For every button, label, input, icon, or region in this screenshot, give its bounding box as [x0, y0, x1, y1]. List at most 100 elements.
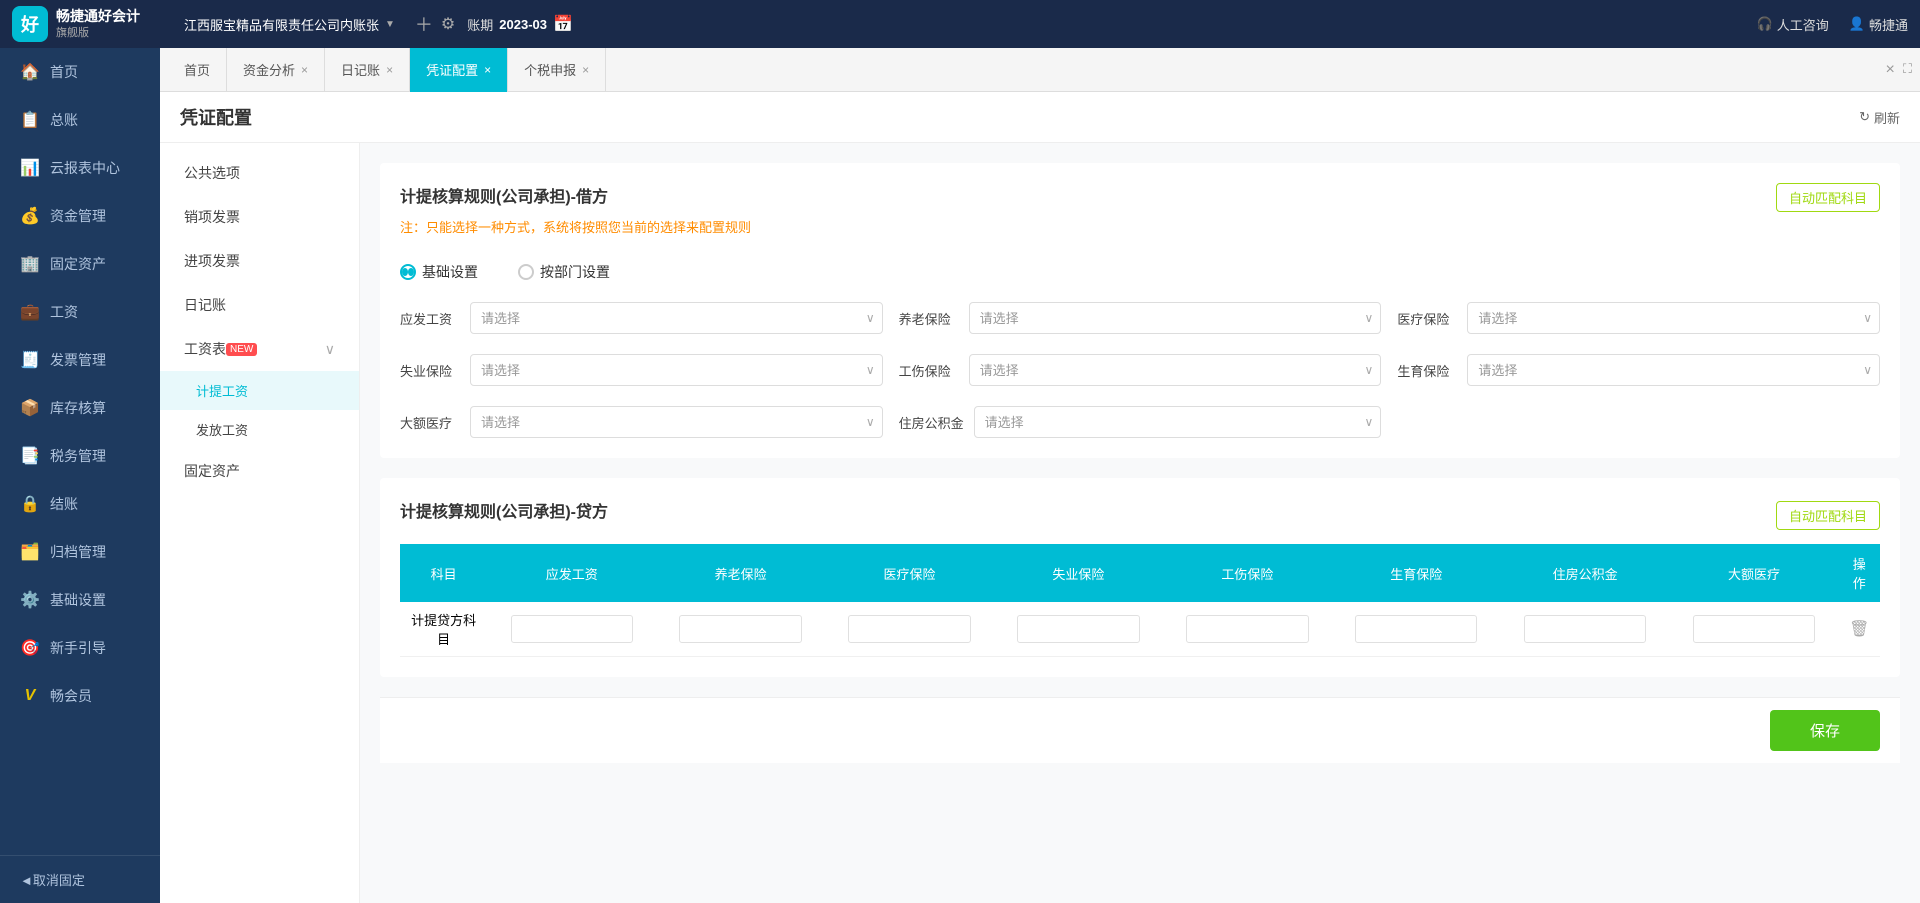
left-nav-purchase[interactable]: 进项发票 [160, 239, 359, 283]
select-gong-shang[interactable]: 请选择 [969, 354, 1382, 386]
page-header: 凭证配置 ↻ 刷新 [160, 92, 1920, 143]
tab-capital[interactable]: 资金分析 × [227, 48, 325, 92]
user-icon: 👤 [1849, 16, 1865, 32]
company-selector[interactable]: 江西服宝精品有限责任公司内账张 ▼ [172, 15, 407, 34]
left-nav-public[interactable]: 公共选项 [160, 151, 359, 195]
input-sheng-yu[interactable] [1355, 615, 1477, 643]
cancel-fixed-button[interactable]: ◄取消固定 [0, 855, 160, 903]
field-da-e: 大额医疗 请选择 ∨ [400, 406, 883, 438]
field-ying-fa: 应发工资 请选择 ∨ [400, 302, 883, 334]
logo-area: 好 畅捷通好会计 旗舰版 [12, 6, 172, 42]
credit-auto-match-button[interactable]: 自动匹配科目 [1776, 501, 1880, 530]
tab-voucher[interactable]: 凭证配置 × [410, 48, 508, 92]
select-shi-ye[interactable]: 请选择 [470, 354, 883, 386]
sidebar-item-salary[interactable]: 💼 工资 [0, 288, 160, 336]
sidebar-item-fixed-asset[interactable]: 🏢 固定资产 [0, 240, 160, 288]
debit-section-title: 计提核算规则(公司承担)-借方 [400, 183, 751, 207]
save-button[interactable]: 保存 [1770, 710, 1880, 751]
sidebar-item-home[interactable]: 🏠 首页 [0, 48, 160, 96]
sidebar-item-inventory[interactable]: 📦 库存核算 [0, 384, 160, 432]
sidebar-item-settings[interactable]: ⚙️ 基础设置 [0, 576, 160, 624]
field-shi-ye: 失业保险 请选择 ∨ [400, 354, 883, 386]
tab-journal-close[interactable]: × [386, 63, 393, 77]
logo-icon: 好 [12, 6, 48, 42]
select-ying-fa[interactable]: 请选择 [470, 302, 883, 334]
select-yi-liao[interactable]: 请选择 [1467, 302, 1880, 334]
report-icon: 📊 [20, 158, 40, 178]
sidebar-item-guide[interactable]: 🎯 新手引导 [0, 624, 160, 672]
sidebar-item-capital[interactable]: 💰 资金管理 [0, 192, 160, 240]
calendar-icon[interactable]: 📅 [553, 14, 573, 34]
cell-yang-lao-value [656, 602, 825, 657]
cell-da-e-value [1670, 602, 1839, 657]
sidebar-item-archive[interactable]: 🗂️ 归档管理 [0, 528, 160, 576]
tab-expand-icon[interactable]: ⛶ [1903, 61, 1912, 79]
left-nav-fixed-asset[interactable]: 固定资产 [160, 449, 359, 493]
input-yi-liao[interactable] [848, 615, 970, 643]
consult-button[interactable]: 🎧 人工咨询 [1757, 15, 1829, 34]
two-panel: 公共选项 销项发票 进项发票 日记账 工资表 NEW ∨ 计提工资 发放工资 固… [160, 143, 1920, 903]
tab-bar-actions: × ⛶ [1886, 61, 1912, 79]
archive-icon: 🗂️ [20, 542, 40, 562]
app-name: 畅捷通好会计 旗舰版 [56, 8, 140, 41]
tax-icon: 📑 [20, 446, 40, 466]
field-yang-lao: 养老保险 请选择 ∨ [899, 302, 1382, 334]
sidebar-item-invoice[interactable]: 🧾 发票管理 [0, 336, 160, 384]
col-subject: 科目 [400, 544, 487, 602]
left-nav-pay-salary[interactable]: 发放工资 [160, 410, 359, 449]
left-nav-salary-table[interactable]: 工资表 NEW ∨ [160, 327, 359, 371]
refresh-button[interactable]: ↻ 刷新 [1859, 108, 1900, 127]
left-nav-sales[interactable]: 销项发票 [160, 195, 359, 239]
tab-close-all-icon[interactable]: × [1886, 61, 1895, 79]
tab-journal[interactable]: 日记账 × [325, 48, 410, 92]
tab-tax[interactable]: 个税申报 × [508, 48, 606, 92]
tab-capital-close[interactable]: × [301, 63, 308, 77]
sidebar-item-member[interactable]: V 畅会员 [0, 672, 160, 720]
debit-section-header: 计提核算规则(公司承担)-借方 注：只能选择一种方式，系统将按照您当前的选择来配… [400, 183, 1880, 252]
select-yang-lao-wrapper: 请选择 ∨ [969, 302, 1382, 334]
col-yi-liao: 医疗保险 [825, 544, 994, 602]
radio-dept[interactable]: 按部门设置 [518, 262, 610, 282]
credit-table: 科目 应发工资 养老保险 医疗保险 失业保险 工伤保险 生育保险 住房公积金 大… [400, 544, 1880, 657]
debit-auto-match-button[interactable]: 自动匹配科目 [1776, 183, 1880, 212]
tab-tax-close[interactable]: × [582, 63, 589, 77]
sidebar-item-report[interactable]: 📊 云报表中心 [0, 144, 160, 192]
input-yang-lao[interactable] [679, 615, 801, 643]
select-da-e[interactable]: 请选择 [470, 406, 883, 438]
input-gong-shang[interactable] [1186, 615, 1308, 643]
input-da-e[interactable] [1693, 615, 1815, 643]
sidebar-item-tax[interactable]: 📑 税务管理 [0, 432, 160, 480]
bottom-save-bar: 保存 [380, 697, 1900, 763]
settings-button[interactable]: ⚙ [441, 14, 455, 34]
input-ying-fa[interactable] [511, 615, 633, 643]
credit-table-header: 科目 应发工资 养老保险 医疗保险 失业保险 工伤保险 生育保险 住房公积金 大… [400, 544, 1880, 602]
input-shi-ye[interactable] [1017, 615, 1139, 643]
debit-section: 计提核算规则(公司承担)-借方 注：只能选择一种方式，系统将按照您当前的选择来配… [380, 163, 1900, 458]
col-action: 操作 [1839, 544, 1880, 602]
select-sheng-yu[interactable]: 请选择 [1467, 354, 1880, 386]
radio-basic[interactable]: 基础设置 [400, 262, 478, 282]
tab-home[interactable]: 首页 [168, 48, 227, 92]
select-yang-lao[interactable]: 请选择 [969, 302, 1382, 334]
input-zhu-fang[interactable] [1524, 615, 1646, 643]
col-sheng-yu: 生育保险 [1332, 544, 1501, 602]
sidebar-item-general[interactable]: 📋 总账 [0, 96, 160, 144]
cell-gong-shang-value [1163, 602, 1332, 657]
select-zhu-fang[interactable]: 请选择 [974, 406, 1382, 438]
left-nav-calc-salary[interactable]: 计提工资 [160, 371, 359, 410]
salary-icon: 💼 [20, 302, 40, 322]
radio-basic-circle [400, 264, 416, 280]
col-da-e: 大额医疗 [1670, 544, 1839, 602]
sidebar-item-close[interactable]: 🔒 结账 [0, 480, 160, 528]
sidebar: 🏠 首页 📋 总账 📊 云报表中心 💰 资金管理 🏢 固定资产 💼 工资 🧾 发… [0, 48, 160, 903]
top-bar: 好 畅捷通好会计 旗舰版 江西服宝精品有限责任公司内账张 ▼ ＋ ⚙ 账期 20… [0, 0, 1920, 48]
settings-gear-icon: ⚙️ [20, 590, 40, 610]
delete-row-icon[interactable]: 🗑 [1849, 621, 1869, 638]
tab-voucher-close[interactable]: × [484, 63, 491, 77]
add-button[interactable]: ＋ [415, 11, 433, 37]
topbar-actions: 🎧 人工咨询 👤 畅捷通 [1757, 15, 1908, 34]
left-nav-journal[interactable]: 日记账 [160, 283, 359, 327]
user-account[interactable]: 👤 畅捷通 [1849, 15, 1908, 34]
right-panel: 计提核算规则(公司承担)-借方 注：只能选择一种方式，系统将按照您当前的选择来配… [360, 143, 1920, 903]
col-yang-lao: 养老保险 [656, 544, 825, 602]
